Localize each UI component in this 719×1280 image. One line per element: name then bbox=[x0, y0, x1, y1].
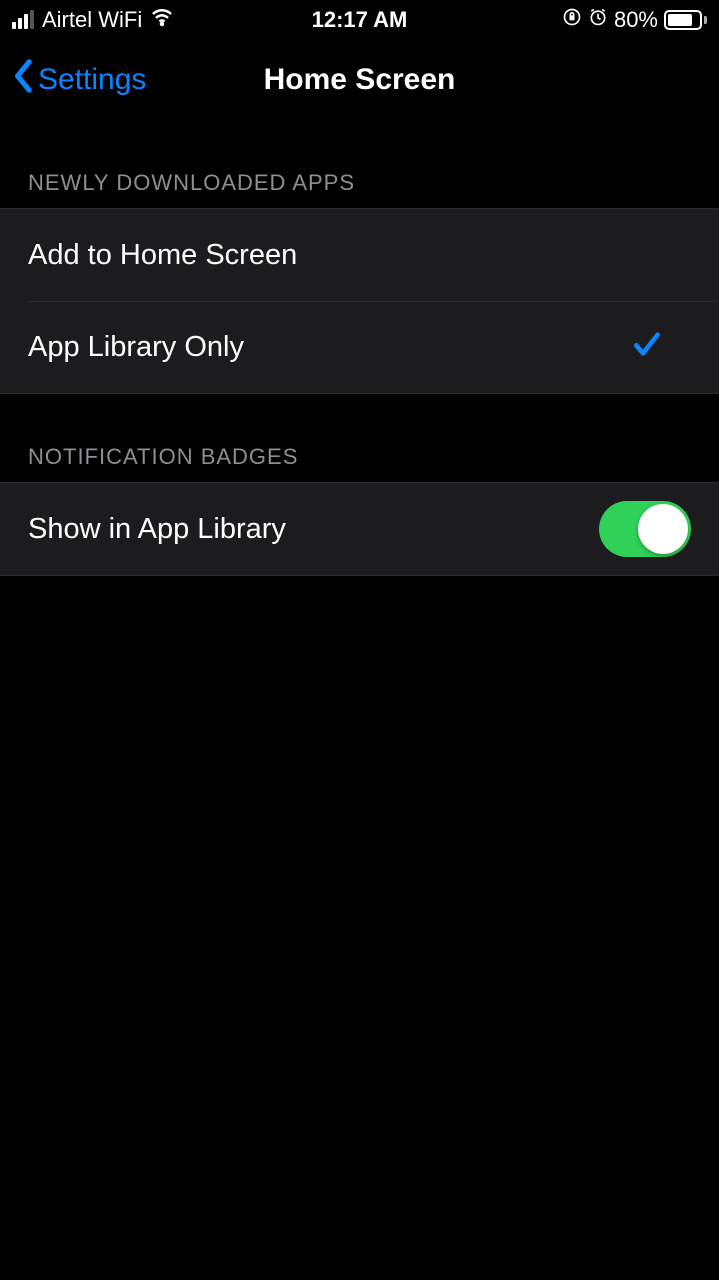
option-add-to-home-screen[interactable]: Add to Home Screen bbox=[0, 209, 719, 301]
content-area: NEWLY DOWNLOADED APPS Add to Home Screen… bbox=[0, 120, 719, 576]
back-button[interactable]: Settings bbox=[12, 58, 146, 102]
cell-signal-icon bbox=[12, 11, 34, 29]
switch-knob bbox=[638, 504, 688, 554]
switch-on[interactable] bbox=[599, 501, 691, 557]
alarm-icon bbox=[588, 7, 608, 33]
toggle-show-in-app-library[interactable]: Show in App Library bbox=[0, 483, 719, 575]
status-left: Airtel WiFi bbox=[12, 5, 174, 35]
cell-group-notification-badges: Show in App Library bbox=[0, 482, 719, 576]
carrier-label: Airtel WiFi bbox=[42, 7, 142, 33]
section-header-newly-downloaded: NEWLY DOWNLOADED APPS bbox=[0, 120, 719, 208]
battery-icon bbox=[664, 10, 707, 30]
navigation-bar: Settings Home Screen bbox=[0, 40, 719, 120]
checkmark-icon bbox=[631, 328, 691, 368]
status-bar: Airtel WiFi 12:17 AM 80% bbox=[0, 0, 719, 40]
option-label: Add to Home Screen bbox=[28, 239, 297, 272]
option-label: App Library Only bbox=[28, 331, 244, 364]
battery-percent: 80% bbox=[614, 7, 658, 33]
orientation-lock-icon bbox=[562, 7, 582, 33]
status-right: 80% bbox=[562, 7, 707, 33]
section-header-notification-badges: NOTIFICATION BADGES bbox=[0, 394, 719, 482]
page-title: Home Screen bbox=[264, 63, 456, 97]
chevron-left-icon bbox=[12, 58, 36, 102]
cell-group-newly-downloaded: Add to Home Screen App Library Only bbox=[0, 208, 719, 394]
back-label: Settings bbox=[38, 63, 146, 97]
wifi-icon bbox=[150, 5, 174, 35]
toggle-label: Show in App Library bbox=[28, 513, 286, 546]
option-app-library-only[interactable]: App Library Only bbox=[28, 301, 719, 393]
status-time: 12:17 AM bbox=[312, 7, 408, 33]
